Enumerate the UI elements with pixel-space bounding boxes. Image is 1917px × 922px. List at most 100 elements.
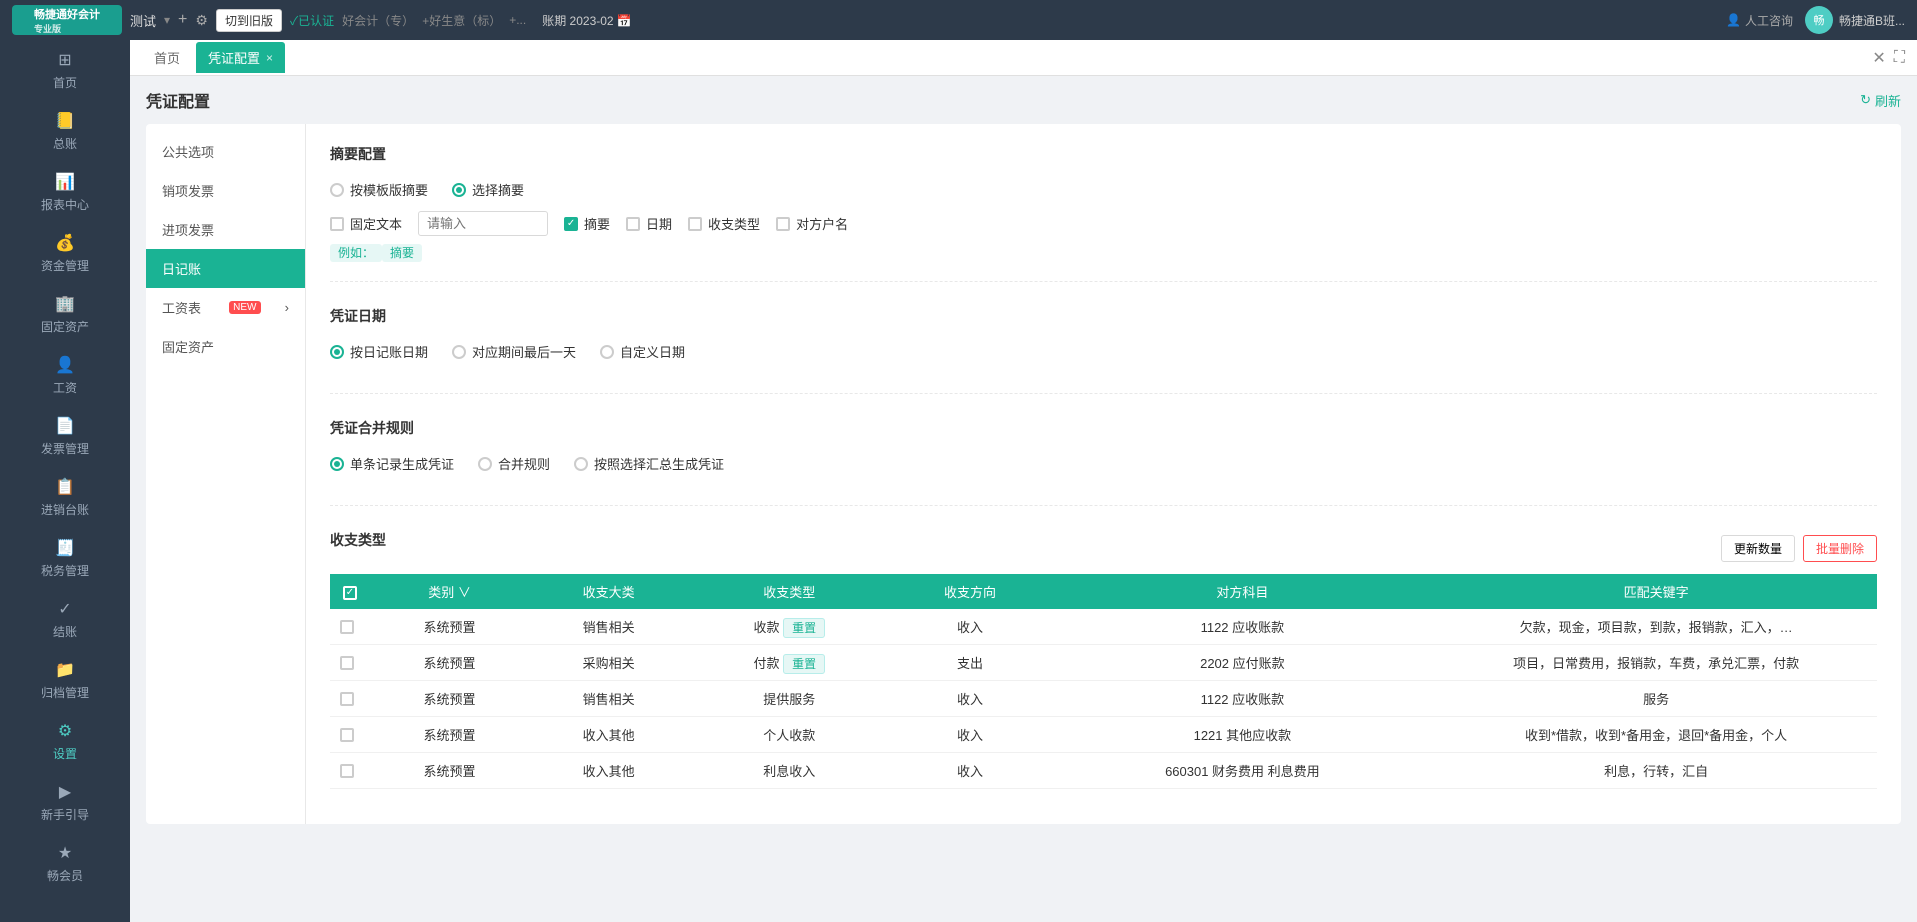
row-checkbox[interactable] [340, 656, 354, 670]
td-category: 系统预置 [370, 681, 529, 717]
income-table: ✓ 类别 ∨ 收支大类 收支类型 收支方向 对方科目 匹配关键字 [330, 574, 1877, 789]
update-count-button[interactable]: 更新数量 [1721, 535, 1795, 562]
sidebar-item-closing[interactable]: ✓ 结账 [0, 589, 130, 650]
radio-template[interactable]: 按模板版摘要 [330, 180, 428, 199]
maximize-button[interactable]: ⛶ [1894, 48, 1905, 68]
invoice-mgmt-icon: 📄 [55, 416, 75, 436]
sidebar-item-label: 税务管理 [41, 562, 89, 579]
checkbox-abstract[interactable]: ✓ 摘要 [564, 214, 610, 233]
radio-select[interactable]: 选择摘要 [452, 180, 524, 199]
sidebar-item-member[interactable]: ★ 畅会员 [0, 833, 130, 894]
tab-home[interactable]: 首页 [142, 42, 192, 73]
radio-total[interactable]: 按照选择汇总生成凭证 [574, 454, 724, 473]
th-direction: 收支方向 [891, 574, 1050, 609]
switch-version-button[interactable]: 切到旧版 [216, 9, 282, 32]
sidebar-item-invoice-mgmt[interactable]: 📄 发票管理 [0, 406, 130, 467]
checkbox-fixed-text[interactable]: 固定文本 [330, 214, 402, 233]
td-account: 660301 财务费用 利息费用 [1050, 753, 1436, 789]
tab-voucher-config[interactable]: 凭证配置 × [196, 42, 285, 73]
checkbox-box-type [688, 217, 702, 231]
checkbox-counterpart[interactable]: 对方户名 [776, 214, 848, 233]
income-section: 收支类型 更新数量 批量删除 ✓ [330, 530, 1877, 789]
merge-radio-group: 单条记录生成凭证 合并规则 按照选择汇总生成凭证 [330, 454, 1877, 473]
inner-layout: 公共选项 销项发票 进项发票 日记账 工资表 NEW › [146, 124, 1901, 824]
company-dropdown-icon[interactable]: ▾ [164, 13, 170, 27]
td-major: 销售相关 [529, 609, 688, 645]
left-nav-journal[interactable]: 日记账 [146, 249, 305, 288]
sidebar-item-tax[interactable]: 🧾 税务管理 [0, 528, 130, 589]
left-nav: 公共选项 销项发票 进项发票 日记账 工资表 NEW › [146, 124, 306, 824]
sidebar-item-archive[interactable]: 📁 归档管理 [0, 650, 130, 711]
radio-single[interactable]: 单条记录生成凭证 [330, 454, 454, 473]
service-button[interactable]: 👤 人工咨询 [1726, 12, 1793, 29]
reset-tag[interactable]: 重置 [783, 654, 825, 674]
td-account: 1122 应收账款 [1050, 609, 1436, 645]
radio-period-last[interactable]: 对应期间最后一天 [452, 342, 576, 361]
content-area: 首页 凭证配置 × ✕ ⛶ 凭证配置 ↻ 刷新 [130, 40, 1917, 922]
td-direction: 收入 [891, 753, 1050, 789]
left-nav-public[interactable]: 公共选项 [146, 132, 305, 171]
radio-dot-template [330, 183, 344, 197]
row-checkbox[interactable] [340, 728, 354, 742]
user-menu[interactable]: 畅 畅捷通B班... [1805, 6, 1905, 34]
username: 畅捷通B班... [1839, 12, 1905, 29]
settings-icon[interactable]: ⚙ [195, 12, 208, 29]
row-checkbox[interactable] [340, 692, 354, 706]
row-checkbox[interactable] [340, 620, 354, 634]
td-direction: 支出 [891, 645, 1050, 681]
sidebar-item-payroll[interactable]: 👤 工资 [0, 345, 130, 406]
sidebar-item-home[interactable]: ⊞ 首页 [0, 40, 130, 101]
th-account: 对方科目 [1050, 574, 1436, 609]
radio-custom-date[interactable]: 自定义日期 [600, 342, 685, 361]
add-icon[interactable]: + [178, 11, 187, 29]
left-nav-sales[interactable]: 销项发票 [146, 171, 305, 210]
page-content: 凭证配置 ↻ 刷新 公共选项 销项发票 进项发票 [130, 76, 1917, 922]
radio-merge-rule[interactable]: 合并规则 [478, 454, 550, 473]
sidebar-item-reports[interactable]: 📊 报表中心 [0, 162, 130, 223]
sidebar-item-label: 总账 [53, 135, 77, 152]
payroll-icon: 👤 [55, 355, 75, 375]
row-checkbox[interactable] [340, 764, 354, 778]
sidebar-item-fixed-assets[interactable]: 🏢 固定资产 [0, 284, 130, 345]
reports-icon: 📊 [55, 172, 75, 192]
summary-section: 摘要配置 按模板版摘要 选择摘要 [330, 144, 1877, 282]
td-category: 系统预置 [370, 609, 529, 645]
settings-sidebar-icon: ⚙ [58, 721, 72, 741]
sidebar-item-funds[interactable]: 💰 资金管理 [0, 223, 130, 284]
app-logo: 畅捷通好会计 专业版 [12, 5, 122, 35]
checkbox-type[interactable]: 收支类型 [688, 214, 760, 233]
tag-more: +... [509, 13, 526, 27]
income-section-header: 收支类型 更新数量 批量删除 [330, 530, 1877, 566]
td-keyword: 项目，日常费用，报销款，车费，承兑汇票，付款 [1435, 645, 1877, 681]
td-category: 系统预置 [370, 753, 529, 789]
left-nav-purchase[interactable]: 进项发票 [146, 210, 305, 249]
radio-journal-date[interactable]: 按日记账日期 [330, 342, 428, 361]
th-category: 类别 ∨ [370, 574, 529, 609]
radio-dot-merge-rule [478, 457, 492, 471]
td-major: 收入其他 [529, 717, 688, 753]
tab-close-icon[interactable]: × [266, 51, 273, 65]
select-all-checkbox[interactable]: ✓ [343, 586, 357, 600]
minimize-button[interactable]: ✕ [1872, 48, 1885, 68]
income-title: 收支类型 [330, 530, 386, 550]
period-label: 账期 2023-02 📅 [542, 12, 632, 29]
checkbox-date[interactable]: 日期 [626, 214, 672, 233]
sidebar-item-settings[interactable]: ⚙ 设置 [0, 711, 130, 772]
summary-title: 摘要配置 [330, 144, 1877, 164]
checkbox-box-date [626, 217, 640, 231]
refresh-button[interactable]: ↻ 刷新 [1860, 91, 1901, 110]
sidebar-item-guide[interactable]: ▶ 新手引导 [0, 772, 130, 833]
new-badge: NEW [229, 301, 260, 314]
left-nav-fixed-assets[interactable]: 固定资产 [146, 327, 305, 366]
fixed-text-input[interactable] [418, 211, 548, 236]
batch-delete-button[interactable]: 批量删除 [1803, 535, 1877, 562]
guide-icon: ▶ [59, 782, 71, 802]
sidebar-item-label: 资金管理 [41, 257, 89, 274]
sidebar-item-label: 归档管理 [41, 684, 89, 701]
left-nav-salary-table[interactable]: 工资表 NEW › [146, 288, 305, 327]
sidebar: ⊞ 首页 📒 总账 📊 报表中心 💰 资金管理 🏢 固定资产 👤 工资 📄 发票… [0, 40, 130, 922]
sidebar-item-ledger[interactable]: 📒 总账 [0, 101, 130, 162]
sidebar-item-purchase-sales[interactable]: 📋 进销台账 [0, 467, 130, 528]
td-category: 系统预置 [370, 645, 529, 681]
reset-tag[interactable]: 重置 [783, 618, 825, 638]
